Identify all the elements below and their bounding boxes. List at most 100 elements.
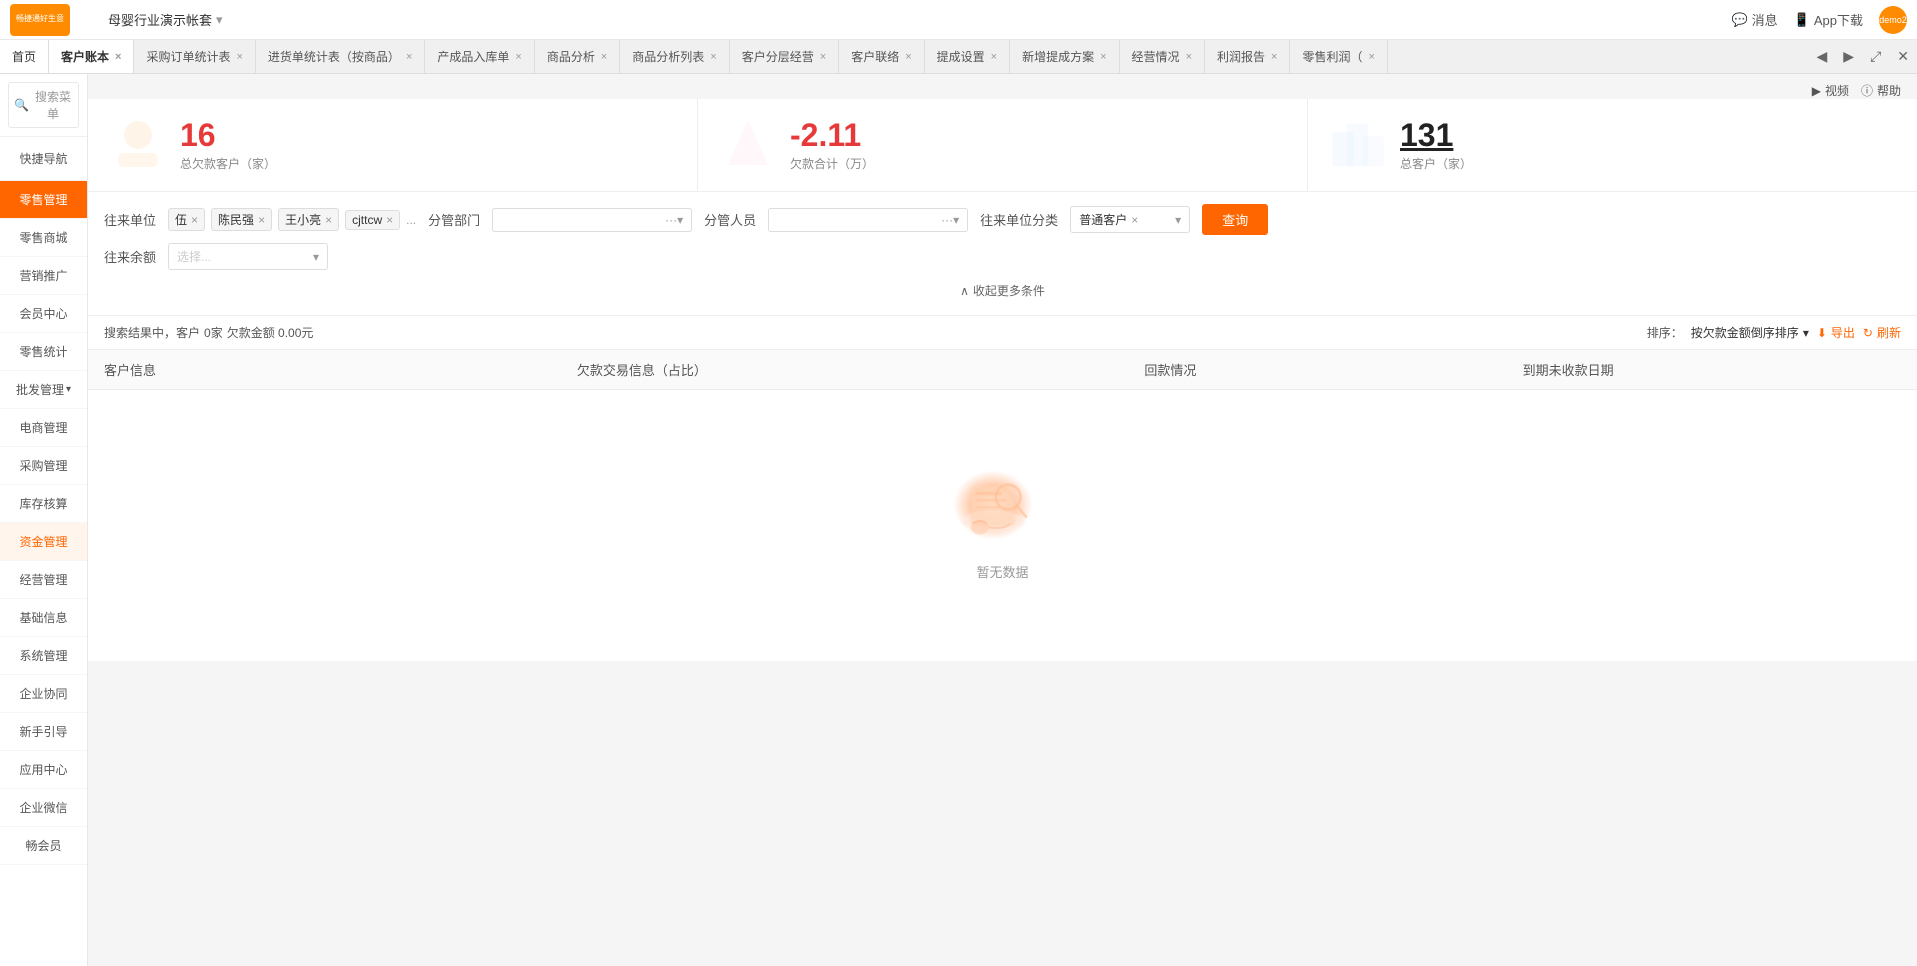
search-menu-button[interactable]: 🔍 搜索菜单 — [8, 82, 79, 128]
sidebar-item-enterprise-collab[interactable]: 企业协同 — [0, 675, 87, 713]
sidebar-item-system[interactable]: 系统管理 — [0, 637, 87, 675]
filter-more-icon[interactable]: ... — [406, 213, 416, 227]
unit-type-filter-label: 往来单位分类 — [980, 210, 1058, 229]
tab-new-raise[interactable]: 新增提成方案 × — [1010, 40, 1119, 74]
tab-customer-segment-close-icon[interactable]: × — [820, 51, 826, 63]
remove-cjttcw-icon[interactable]: × — [386, 213, 393, 227]
help-icon: ⓘ — [1861, 82, 1873, 99]
tab-production[interactable]: 产成品入库单 × — [425, 40, 534, 74]
tab-scroll-left-icon[interactable]: ◀ — [1809, 48, 1836, 65]
help-link[interactable]: ⓘ 帮助 — [1861, 82, 1901, 99]
app-logo: 畅捷通好生意 — [10, 4, 70, 36]
tab-close-all-icon[interactable]: ✕ — [1889, 48, 1917, 65]
tab-retail-profit[interactable]: 零售利润（ × — [1290, 40, 1387, 74]
sidebar-item-ecommerce[interactable]: 电商管理 — [0, 409, 87, 447]
sidebar-item-retail[interactable]: 零售管理 — [0, 181, 87, 219]
sidebar-item-finance[interactable]: 资金管理 — [0, 523, 87, 561]
sidebar-item-wholesale[interactable]: 批发管理 ▾ — [0, 371, 87, 409]
sort-selector[interactable]: 按欠款金额倒序排序 ▾ — [1691, 324, 1809, 341]
avatar[interactable]: demo2 — [1879, 6, 1907, 34]
person-arrow-icon: ▾ — [953, 213, 959, 227]
dept-more-icon: ··· — [665, 213, 677, 227]
collapse-up-icon: ∧ — [960, 284, 969, 298]
top-header: 畅捷通好生意 母婴行业演示帐套 ▾ 💬 消息 📱 App下载 demo2 — [0, 0, 1917, 40]
sidebar: 🔍 搜索菜单 快捷导航 零售管理 零售商城 营销推广 会员中心 零售统计 批发管… — [0, 74, 88, 966]
person-selector[interactable]: ··· ▾ — [768, 208, 968, 232]
tab-retail-profit-close-icon[interactable]: × — [1368, 51, 1374, 63]
messages-button[interactable]: 💬 消息 — [1731, 10, 1777, 29]
remove-chen-icon[interactable]: × — [258, 213, 265, 227]
app-download-button[interactable]: 📱 App下载 — [1794, 10, 1863, 29]
sidebar-item-purchase[interactable]: 采购管理 — [0, 447, 87, 485]
stat-credit-amount: -2.11 欠款合计（万） — [698, 99, 1308, 191]
stat-credit-customers-label: 总欠款客户（家） — [180, 155, 276, 172]
filter-row-1: 往来单位 伍 × 陈民强 × 王小亮 × cjttcw — [104, 204, 1901, 235]
sidebar-item-member[interactable]: 会员中心 — [0, 295, 87, 333]
tab-profit[interactable]: 利润报告 × — [1205, 40, 1290, 74]
sidebar-item-marketing[interactable]: 营销推广 — [0, 257, 87, 295]
remove-wu-icon[interactable]: × — [191, 213, 198, 227]
credit-customers-icon — [108, 115, 168, 175]
sidebar-item-inventory[interactable]: 库存核算 — [0, 485, 87, 523]
sidebar-item-ops[interactable]: 经营管理 — [0, 561, 87, 599]
sidebar-item-retail-mall[interactable]: 零售商城 — [0, 219, 87, 257]
stat-credit-customers-value: 16 — [180, 119, 276, 151]
tab-product-analysis-label: 商品分析 — [547, 48, 595, 65]
sidebar-item-basic[interactable]: 基础信息 — [0, 599, 87, 637]
sidebar-item-retail-stats[interactable]: 零售统计 — [0, 333, 87, 371]
tab-product-analysis-close-icon[interactable]: × — [601, 51, 607, 63]
sidebar-item-enterprise-wechat[interactable]: 企业微信 — [0, 789, 87, 827]
tab-customer-contact[interactable]: 客户联络 × — [839, 40, 924, 74]
unit-type-arrow-icon: ▾ — [1175, 213, 1181, 227]
tab-profit-close-icon[interactable]: × — [1271, 51, 1277, 63]
stat-total-customers: 131 总客户（家） — [1308, 99, 1917, 191]
remove-unit-type-icon[interactable]: × — [1131, 213, 1138, 227]
tab-home[interactable]: 首页 — [0, 40, 49, 74]
quick-nav-button[interactable]: 快捷导航 — [8, 145, 79, 172]
col-header-date: 到期未收款日期 — [1523, 360, 1901, 379]
sidebar-item-app-center[interactable]: 应用中心 — [0, 751, 87, 789]
tab-retail-profit-label: 零售利润（ — [1302, 48, 1362, 65]
tab-customer-segment[interactable]: 客户分层经营 × — [730, 40, 839, 74]
unit-type-selector[interactable]: 普通客户 × ▾ — [1070, 206, 1190, 233]
tab-purchase-stats[interactable]: 采购订单统计表 × — [134, 40, 255, 74]
empty-state: 暂无数据 — [88, 390, 1917, 661]
tab-production-close-icon[interactable]: × — [515, 51, 521, 63]
tab-product-list[interactable]: 商品分析列表 × — [620, 40, 729, 74]
tab-inbound-close-icon[interactable]: × — [406, 51, 412, 63]
remove-wang-icon[interactable]: × — [325, 213, 332, 227]
sidebar-item-new-guide[interactable]: 新手引导 — [0, 713, 87, 751]
query-button[interactable]: 查询 — [1202, 204, 1268, 235]
tab-customer-contact-close-icon[interactable]: × — [905, 51, 911, 63]
balance-selector[interactable]: 选择... ▾ — [168, 243, 328, 270]
tab-raise-settings[interactable]: 提成设置 × — [925, 40, 1010, 74]
org-selector[interactable]: 母婴行业演示帐套 ▾ — [98, 10, 233, 29]
tab-scroll-right-icon[interactable]: ▶ — [1835, 48, 1862, 65]
dept-selector[interactable]: ··· ▾ — [492, 208, 692, 232]
tab-operations-close-icon[interactable]: × — [1186, 51, 1192, 63]
tab-accounts-close-icon[interactable]: × — [115, 51, 121, 63]
tab-accounts[interactable]: 客户账本 × — [49, 40, 134, 74]
export-button[interactable]: ⬇ 导出 — [1817, 324, 1855, 341]
tab-expand-icon[interactable]: ⤢ — [1862, 48, 1889, 65]
tab-operations[interactable]: 经营情况 × — [1120, 40, 1205, 74]
tab-inbound-stats[interactable]: 进货单统计表（按商品） × — [256, 40, 425, 74]
unit-type-tag: 普通客户 × — [1079, 211, 1138, 228]
refresh-button[interactable]: ↻ 刷新 — [1863, 324, 1901, 341]
stat-total-customers-content: 131 总客户（家） — [1400, 119, 1472, 172]
tab-purchase-close-icon[interactable]: × — [236, 51, 242, 63]
tab-product-list-close-icon[interactable]: × — [710, 51, 716, 63]
refresh-icon: ↻ — [1863, 326, 1873, 340]
col-header-repay: 回款情况 — [1144, 360, 1522, 379]
tab-new-raise-close-icon[interactable]: × — [1100, 51, 1106, 63]
balance-arrow-icon: ▾ — [313, 250, 319, 264]
results-debt: 欠款金额 0.00元 — [227, 324, 314, 341]
tab-raise-close-icon[interactable]: × — [991, 51, 997, 63]
sidebar-item-vip[interactable]: 畅会员 — [0, 827, 87, 865]
tab-product-analysis[interactable]: 商品分析 × — [535, 40, 620, 74]
collapse-button[interactable]: ∧ 收起更多条件 — [104, 278, 1901, 303]
filter-tag-wangxiaoliang: 王小亮 × — [278, 208, 339, 231]
tab-inbound-stats-label: 进货单统计表（按商品） — [268, 48, 400, 65]
content-area: ▶ 视频 ⓘ 帮助 16 总欠款客户（家） — [88, 74, 1917, 966]
video-link[interactable]: ▶ 视频 — [1812, 82, 1849, 99]
